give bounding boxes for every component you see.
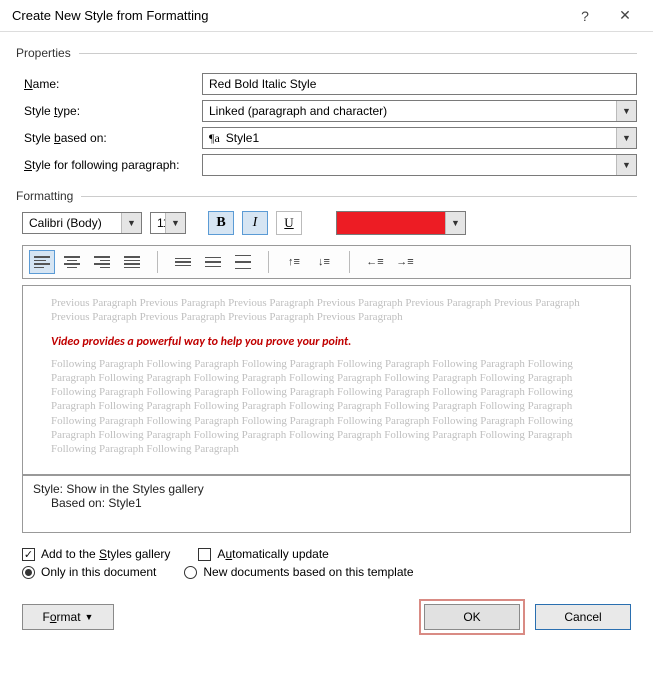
- formatting-group-label: Formatting: [16, 189, 637, 203]
- properties-group-label: Properties: [16, 46, 637, 60]
- chevron-down-icon[interactable]: ▼: [445, 212, 465, 234]
- color-swatch: [337, 212, 445, 234]
- chevron-down-icon[interactable]: ▼: [121, 213, 141, 233]
- chevron-down-icon[interactable]: ▼: [616, 101, 636, 121]
- italic-button[interactable]: I: [242, 211, 268, 235]
- cancel-button[interactable]: Cancel: [535, 604, 631, 630]
- line-spacing-2-button[interactable]: [200, 250, 226, 274]
- style-type-label: Style type:: [22, 104, 202, 118]
- format-button[interactable]: Format ▼: [22, 604, 114, 630]
- name-label: Name:: [22, 77, 202, 91]
- checkbox-checked-icon: ✓: [22, 548, 35, 561]
- font-size-combo[interactable]: 11 ▼: [150, 212, 186, 234]
- only-this-document-radio[interactable]: Only in this document: [22, 565, 156, 579]
- underline-button[interactable]: U: [276, 211, 302, 235]
- dialog-title: Create New Style from Formatting: [12, 8, 565, 23]
- increase-indent-button[interactable]: →≡: [392, 250, 418, 274]
- title-bar: Create New Style from Formatting ? ✕: [0, 0, 653, 32]
- only-this-document-label: Only in this document: [41, 565, 156, 579]
- font-name-combo[interactable]: Calibri (Body) ▼: [22, 212, 142, 234]
- checkbox-unchecked-icon: [198, 548, 211, 561]
- style-type-value: Linked (paragraph and character): [203, 104, 616, 118]
- paragraph-toolbar: ↑≡ ↓≡ ←≡ →≡: [22, 245, 631, 279]
- preview-previous-text: Previous Paragraph Previous Paragraph Pr…: [51, 296, 602, 325]
- radio-unselected-icon: [184, 566, 197, 579]
- font-name-value: Calibri (Body): [23, 216, 121, 230]
- ok-button[interactable]: OK: [424, 604, 520, 630]
- ok-highlight: OK: [419, 599, 525, 635]
- following-paragraph-label: Style for following paragraph:: [22, 158, 202, 172]
- based-on-label: Style based on:: [22, 131, 202, 145]
- style-preview: Previous Paragraph Previous Paragraph Pr…: [22, 285, 631, 475]
- new-documents-template-radio[interactable]: New documents based on this template: [184, 565, 413, 579]
- name-input[interactable]: [202, 73, 637, 95]
- preview-following-text: Following Paragraph Following Paragraph …: [51, 357, 602, 457]
- style-description-line2: Based on: Style1: [33, 496, 620, 510]
- add-to-gallery-checkbox[interactable]: ✓ Add to the Styles gallery: [22, 547, 170, 561]
- bold-button[interactable]: B: [208, 211, 234, 235]
- line-spacing-1-button[interactable]: [170, 250, 196, 274]
- separator: [268, 251, 269, 273]
- radio-selected-icon: [22, 566, 35, 579]
- preview-sample-text: Video provides a powerful way to help yo…: [51, 335, 602, 349]
- font-color-picker[interactable]: ▼: [336, 211, 466, 235]
- decrease-indent-button[interactable]: ←≡: [362, 250, 388, 274]
- align-center-button[interactable]: [59, 250, 85, 274]
- align-left-button[interactable]: [29, 250, 55, 274]
- space-before-increase-button[interactable]: ↑≡: [281, 250, 307, 274]
- separator: [349, 251, 350, 273]
- align-justify-button[interactable]: [119, 250, 145, 274]
- chevron-down-icon[interactable]: ▼: [165, 213, 185, 233]
- based-on-combo[interactable]: ¶a Style1 ▼: [202, 127, 637, 149]
- chevron-down-icon[interactable]: ▼: [616, 128, 636, 148]
- style-type-combo[interactable]: Linked (paragraph and character) ▼: [202, 100, 637, 122]
- pilcrow-icon: ¶a: [209, 131, 220, 146]
- style-description-line1: Style: Show in the Styles gallery: [33, 482, 620, 496]
- chevron-down-icon[interactable]: ▼: [616, 155, 636, 175]
- based-on-value: Style1: [226, 131, 259, 145]
- space-before-decrease-button[interactable]: ↓≡: [311, 250, 337, 274]
- caret-down-icon: ▼: [85, 612, 94, 622]
- style-description: Style: Show in the Styles gallery Based …: [22, 475, 631, 533]
- help-button[interactable]: ?: [565, 2, 605, 30]
- new-documents-template-label: New documents based on this template: [203, 565, 413, 579]
- align-right-button[interactable]: [89, 250, 115, 274]
- separator: [157, 251, 158, 273]
- line-spacing-3-button[interactable]: [230, 250, 256, 274]
- following-paragraph-combo[interactable]: ▼: [202, 154, 637, 176]
- automatically-update-checkbox[interactable]: Automatically update: [198, 547, 328, 561]
- font-size-value: 11: [151, 216, 165, 230]
- close-button[interactable]: ✕: [605, 2, 645, 30]
